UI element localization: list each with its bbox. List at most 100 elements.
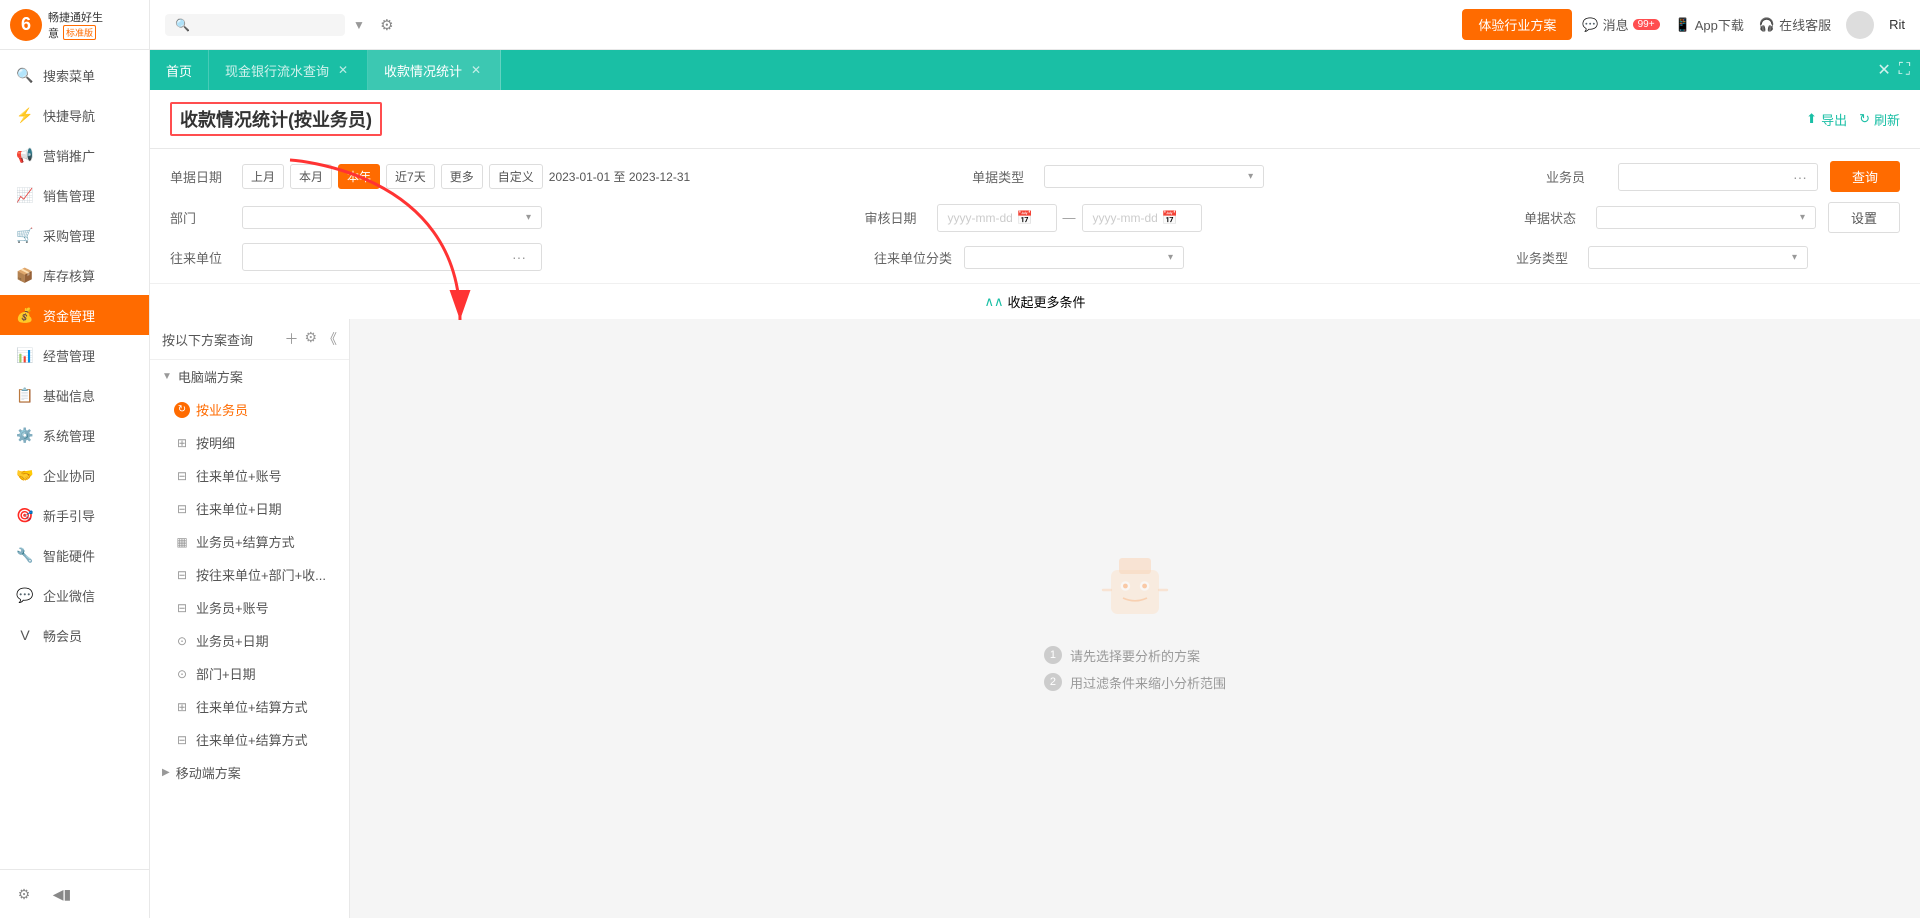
scheme-item-counterpart-account[interactable]: ⊟ 往来单位+账号 <box>162 459 349 492</box>
tab-close-all-icon[interactable]: ✕ <box>1877 60 1890 80</box>
table-icon-5: ⊟ <box>174 732 190 748</box>
scheme-panel-header: 按以下方案查询 ＋ ⚙ 《 <box>150 319 349 360</box>
empty-state: 1 请先选择要分析的方案 2 用过滤条件来缩小分析范围 <box>350 319 1920 918</box>
quick-nav-icon: ⚡ <box>15 105 35 125</box>
review-date-group: yyyy-mm-dd📅 — yyyy-mm-dd📅 <box>937 204 1202 232</box>
tab-collection-stats[interactable]: 收款情况统计 ✕ <box>368 50 501 90</box>
desktop-group-header[interactable]: ▼ 电脑端方案 <box>150 360 349 393</box>
filter-row-3: 往来单位 ··· 往来单位分类 ▾ 业务类型 <box>170 243 1900 271</box>
doc-status-label: 单据状态 <box>1524 208 1584 227</box>
scheme-item-dept-date[interactable]: ⊙ 部门+日期 <box>162 657 349 690</box>
main-area: 🔍 ▼ ⚙ 体验行业方案 💬 消息 99+ 📱 App下载 🎧 在线客服 Rit <box>150 0 1920 918</box>
sidebar-item-finance[interactable]: 💰 资金管理 <box>0 295 149 335</box>
tab-fullscreen-icon[interactable]: ⛶ <box>1899 61 1910 79</box>
dept-select[interactable]: ▾ <box>242 206 542 229</box>
date-btn-7days[interactable]: 近7天 <box>386 164 435 189</box>
scheme-item-by-salesperson[interactable]: ↻ 按业务员 <box>162 393 349 426</box>
wechat-icon: 💬 <box>15 585 35 605</box>
sidebar-item-quick-nav[interactable]: ⚡ 快捷导航 <box>0 95 149 135</box>
date-btn-this-year[interactable]: 本年 <box>338 164 380 189</box>
collapse-arrow-icon: ∧∧ <box>984 294 1003 310</box>
phone-icon: 📱 <box>1675 17 1691 33</box>
collapse-scheme-icon[interactable]: 《 <box>323 329 337 349</box>
counterpart-cat-label: 往来单位分类 <box>874 248 952 267</box>
app-download-item[interactable]: 📱 App下载 <box>1675 15 1744 34</box>
scheme-panel: 按以下方案查询 ＋ ⚙ 《 ▼ 电脑端方案 ↻ 按业务员 <box>150 319 350 918</box>
sidebar-item-operations[interactable]: 📊 经营管理 <box>0 335 149 375</box>
tab-bank-flow-close[interactable]: ✕ <box>335 62 351 78</box>
user-avatar[interactable] <box>1846 11 1874 39</box>
bar-icon: ▦ <box>174 534 190 550</box>
scheme-item-counterpart-settlement2[interactable]: ⊟ 往来单位+结算方式 <box>162 723 349 756</box>
sidebar-item-sales[interactable]: 📈 销售管理 <box>0 175 149 215</box>
sidebar-item-smart-hw[interactable]: 🔧 智能硬件 <box>0 535 149 575</box>
scheme-item-counterpart-dept[interactable]: ⊟ 按往来单位+部门+收... <box>162 558 349 591</box>
tab-collection-stats-close[interactable]: ✕ <box>468 62 484 78</box>
layout-body: 按以下方案查询 ＋ ⚙ 《 ▼ 电脑端方案 ↻ 按业务员 <box>150 319 1920 918</box>
sidebar-item-basic-info[interactable]: 📋 基础信息 <box>0 375 149 415</box>
settings-bottom-icon[interactable]: ⚙ <box>10 880 38 908</box>
doc-status-select[interactable]: ▾ <box>1596 206 1816 229</box>
page-header: 收款情况统计(按业务员) ⬆ 导出 ↻ 刷新 <box>150 90 1920 149</box>
biz-type-select[interactable]: ▾ <box>1588 246 1808 269</box>
collapse-bar[interactable]: ∧∧ 收起更多条件 <box>150 283 1920 319</box>
right-content: 1 请先选择要分析的方案 2 用过滤条件来缩小分析范围 <box>350 319 1920 918</box>
export-button[interactable]: ⬆ 导出 <box>1806 110 1847 129</box>
sidebar-item-vip[interactable]: V 畅会员 <box>0 615 149 655</box>
salesperson-select[interactable]: ··· <box>1618 163 1818 191</box>
online-service-item[interactable]: 🎧 在线客服 <box>1759 15 1831 34</box>
scheme-item-counterpart-date[interactable]: ⊟ 往来单位+日期 <box>162 492 349 525</box>
scheme-panel-title: 按以下方案查询 <box>162 330 253 349</box>
review-date-end[interactable]: yyyy-mm-dd📅 <box>1082 204 1202 232</box>
counterpart-select[interactable]: ··· <box>242 243 542 271</box>
date-btn-more[interactable]: 更多 <box>441 164 483 189</box>
sidebar-item-inventory[interactable]: 📦 库存核算 <box>0 255 149 295</box>
mobile-group-header[interactable]: ▶ 移动端方案 <box>150 756 349 789</box>
counterpart-cat-select[interactable]: ▾ <box>964 246 1184 269</box>
message-item[interactable]: 💬 消息 99+ <box>1582 15 1659 34</box>
settings-button[interactable]: 设置 <box>1828 202 1900 233</box>
add-scheme-icon[interactable]: ＋ <box>284 329 298 349</box>
sidebar-item-search-menu[interactable]: 🔍 搜索菜单 <box>0 55 149 95</box>
logo-area: 6 畅捷通好生 意 标准版 <box>0 0 149 50</box>
tab-home[interactable]: 首页 <box>150 50 209 90</box>
topbar-gear-icon[interactable]: ⚙ <box>373 11 401 39</box>
scheme-item-salesperson-account[interactable]: ⊟ 业务员+账号 <box>162 591 349 624</box>
sidebar-item-wechat[interactable]: 💬 企业微信 <box>0 575 149 615</box>
content-area: 收款情况统计(按业务员) ⬆ 导出 ↻ 刷新 单据日期 <box>150 90 1920 918</box>
date-btn-prev-month[interactable]: 上月 <box>242 164 284 189</box>
headset-icon: 🎧 <box>1759 17 1775 33</box>
refresh-button[interactable]: ↻ 刷新 <box>1859 110 1900 129</box>
finance-icon: 💰 <box>15 305 35 325</box>
review-date-start[interactable]: yyyy-mm-dd📅 <box>937 204 1057 232</box>
sidebar-nav: 🔍 搜索菜单 ⚡ 快捷导航 📢 营销推广 📈 销售管理 🛒 采购管理 📦 库存核… <box>0 50 149 869</box>
sidebar-item-marketing[interactable]: 📢 营销推广 <box>0 135 149 175</box>
sidebar-item-enterprise[interactable]: 🤝 企业协同 <box>0 455 149 495</box>
scheme-item-salesperson-date[interactable]: ⊙ 业务员+日期 <box>162 624 349 657</box>
desktop-tree-group: ↻ 按业务员 ⊞ 按明细 ⊟ 往来单位+账号 ⊟ 往来单位+日期 <box>150 393 349 756</box>
topbar-left: 🔍 ▼ ⚙ <box>165 11 1452 39</box>
tree-collapse-icon: ▶ <box>162 767 170 778</box>
sidebar-item-guide[interactable]: 🎯 新手引导 <box>0 495 149 535</box>
collapse-sidebar-icon[interactable]: ◀▮ <box>48 880 76 908</box>
topbar-search[interactable]: 🔍 <box>165 14 345 36</box>
scheme-item-by-detail[interactable]: ⊞ 按明细 <box>162 426 349 459</box>
date-btn-this-month[interactable]: 本月 <box>290 164 332 189</box>
scheme-item-counterpart-settlement1[interactable]: ⊞ 往来单位+结算方式 <box>162 690 349 723</box>
user-name: Rit <box>1889 17 1905 32</box>
scheme-panel-actions: ＋ ⚙ 《 <box>284 329 337 349</box>
guide-icon: 🎯 <box>15 505 35 525</box>
date-btn-custom[interactable]: 自定义 <box>489 164 543 189</box>
topbar-dropdown-arrow[interactable]: ▼ <box>353 18 365 32</box>
trial-button[interactable]: 体验行业方案 <box>1462 9 1572 40</box>
purchase-icon: 🛒 <box>15 225 35 245</box>
tab-bank-flow[interactable]: 现金银行流水查询 ✕ <box>209 50 368 90</box>
tabbar: 首页 现金银行流水查询 ✕ 收款情况统计 ✕ ✕ ⛶ <box>150 50 1920 90</box>
sidebar-item-purchase[interactable]: 🛒 采购管理 <box>0 215 149 255</box>
doc-type-select[interactable]: ▾ <box>1044 165 1264 188</box>
clock-icon-2: ⊙ <box>174 666 190 682</box>
manage-scheme-icon[interactable]: ⚙ <box>304 329 317 349</box>
scheme-item-salesperson-settlement[interactable]: ▦ 业务员+结算方式 <box>162 525 349 558</box>
query-button[interactable]: 查询 <box>1830 161 1900 192</box>
sidebar-item-system[interactable]: ⚙️ 系统管理 <box>0 415 149 455</box>
